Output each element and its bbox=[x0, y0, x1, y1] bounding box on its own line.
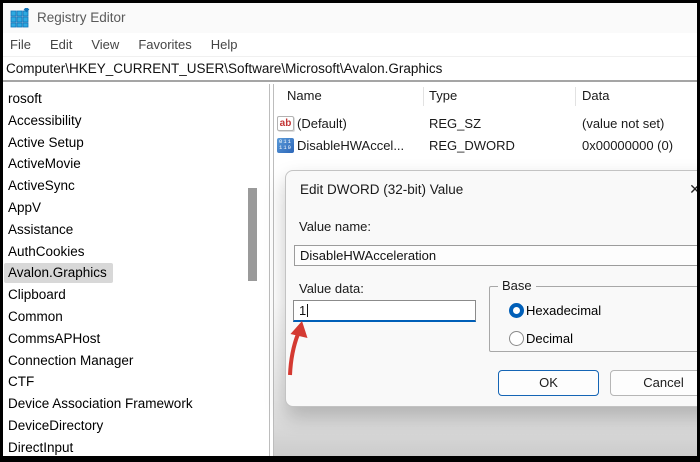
value-row-disablehwaccel[interactable]: 011 110 DisableHWAccel... REG_DWORD 0x00… bbox=[274, 135, 697, 157]
tree-item-appv[interactable]: AppV bbox=[3, 197, 269, 219]
tree-item-label: DeviceDirectory bbox=[8, 417, 104, 433]
tree-item-connection-manager[interactable]: Connection Manager bbox=[3, 350, 269, 372]
address-bar[interactable]: Computer\HKEY_CURRENT_USER\Software\Micr… bbox=[3, 57, 697, 82]
tree-item-label: CommsAPHost bbox=[8, 330, 101, 346]
menu-view[interactable]: View bbox=[90, 35, 120, 54]
radio-selected-icon[interactable] bbox=[509, 303, 524, 318]
screenshot-frame: Registry Editor File Edit View Favorites… bbox=[0, 0, 700, 462]
tree-item-commsaphost[interactable]: CommsAPHost bbox=[3, 328, 269, 350]
value-data-text: 1 bbox=[299, 303, 307, 318]
tree-item-clipboard[interactable]: Clipboard bbox=[3, 284, 269, 306]
close-icon[interactable]: ✕ bbox=[685, 179, 697, 199]
list-header: Name Type Data bbox=[274, 84, 697, 110]
value-type-cell: REG_DWORD bbox=[429, 138, 515, 153]
tree-item-label: ActiveSync bbox=[8, 178, 75, 194]
tree-item-label: Connection Manager bbox=[8, 352, 134, 368]
reg-dword-binary-icon: 011 110 bbox=[277, 138, 294, 153]
tree-item-authcookies[interactable]: AuthCookies bbox=[3, 241, 269, 263]
tree-item-activemovie[interactable]: ActiveMovie bbox=[3, 153, 269, 175]
radio-decimal[interactable]: Decimal bbox=[509, 331, 573, 346]
value-row-default[interactable]: ab (Default) REG_SZ (value not set) bbox=[274, 113, 697, 135]
tree-item-label: ActiveMovie bbox=[8, 156, 81, 172]
tree-item-activesync[interactable]: ActiveSync bbox=[3, 175, 269, 197]
tree-item-label: CTF bbox=[8, 374, 35, 390]
column-header-name[interactable]: Name bbox=[287, 88, 322, 103]
dword-icon-digits: 110 bbox=[279, 144, 292, 151]
tree-item-devicedirectory[interactable]: DeviceDirectory bbox=[3, 415, 269, 437]
radio-unselected-icon[interactable] bbox=[509, 331, 524, 346]
menu-file[interactable]: File bbox=[9, 35, 32, 54]
value-name-label: Value name: bbox=[299, 219, 372, 234]
value-data-label: Value data: bbox=[299, 281, 364, 296]
tree-item-device-association-framework[interactable]: Device Association Framework bbox=[3, 393, 269, 415]
base-group-label: Base bbox=[498, 278, 536, 293]
tree-item-label: Active Setup bbox=[8, 134, 84, 150]
reg-sz-string-icon: ab bbox=[277, 116, 294, 131]
menu-edit[interactable]: Edit bbox=[49, 35, 73, 54]
tree-item-label: Accessibility bbox=[8, 112, 82, 128]
tree-item-accessibility[interactable]: Accessibility bbox=[3, 110, 269, 132]
tree-item-directinput[interactable]: DirectInput bbox=[3, 437, 269, 456]
tree-item-label: Clipboard bbox=[8, 287, 66, 303]
registry-editor-window: Registry Editor File Edit View Favorites… bbox=[3, 3, 697, 456]
tree-item-rosoft[interactable]: rosoft bbox=[3, 88, 269, 110]
tree-item-label: Avalon.Graphics bbox=[4, 263, 113, 284]
menu-favorites[interactable]: Favorites bbox=[137, 35, 192, 54]
radio-hexadecimal[interactable]: Hexadecimal bbox=[509, 303, 601, 318]
cancel-button[interactable]: Cancel bbox=[610, 370, 697, 396]
tree-item-active-setup[interactable]: Active Setup bbox=[3, 132, 269, 154]
menu-bar: File Edit View Favorites Help bbox=[3, 33, 697, 57]
registry-grid-icon bbox=[10, 8, 30, 28]
menu-help[interactable]: Help bbox=[210, 35, 239, 54]
column-header-data[interactable]: Data bbox=[582, 88, 609, 103]
value-type-cell: REG_SZ bbox=[429, 116, 482, 131]
text-caret bbox=[307, 304, 309, 317]
base-groupbox: Base Hexadecimal Decimal bbox=[489, 278, 697, 352]
tree-item-label: AppV bbox=[8, 199, 42, 215]
value-name-cell: DisableHWAccel... bbox=[297, 138, 405, 153]
column-divider[interactable] bbox=[575, 87, 576, 106]
dialog-title: Edit DWORD (32-bit) Value bbox=[300, 182, 464, 197]
hexadecimal-label: Hexadecimal bbox=[526, 303, 602, 318]
value-name-field[interactable]: DisableHWAcceleration bbox=[294, 245, 697, 266]
tree-scrollbar-thumb[interactable] bbox=[248, 188, 257, 281]
decimal-label: Decimal bbox=[526, 331, 573, 346]
tree-item-avalon-graphics[interactable]: Avalon.Graphics bbox=[3, 262, 269, 284]
column-divider[interactable] bbox=[423, 87, 424, 106]
value-data-cell: (value not set) bbox=[582, 116, 665, 131]
tree-item-ctf[interactable]: CTF bbox=[3, 371, 269, 393]
tree-item-assistance[interactable]: Assistance bbox=[3, 219, 269, 241]
tree-item-label: Common bbox=[8, 308, 63, 324]
registry-path[interactable]: Computer\HKEY_CURRENT_USER\Software\Micr… bbox=[3, 61, 442, 76]
tree-pane: rosoft Accessibility Active Setup ActiveMov… bbox=[3, 84, 269, 456]
tree-item-label: Device Association Framework bbox=[8, 396, 193, 412]
title-bar: Registry Editor bbox=[3, 3, 697, 33]
tree-item-common[interactable]: Common bbox=[3, 306, 269, 328]
column-header-type[interactable]: Type bbox=[429, 88, 457, 103]
tree-item-label: DirectInput bbox=[8, 439, 74, 455]
ok-button[interactable]: OK bbox=[498, 370, 599, 396]
tree-item-label: Assistance bbox=[8, 221, 74, 237]
value-data-input[interactable]: 1 bbox=[293, 300, 476, 322]
value-data-cell: 0x00000000 (0) bbox=[582, 138, 674, 153]
value-name-cell: (Default) bbox=[297, 116, 347, 131]
window-title: Registry Editor bbox=[37, 10, 126, 25]
edit-dword-dialog: Edit DWORD (32-bit) Value ✕ Value name: … bbox=[285, 170, 697, 407]
tree-item-label: rosoft bbox=[8, 91, 42, 106]
tree-item-label: AuthCookies bbox=[8, 243, 85, 259]
